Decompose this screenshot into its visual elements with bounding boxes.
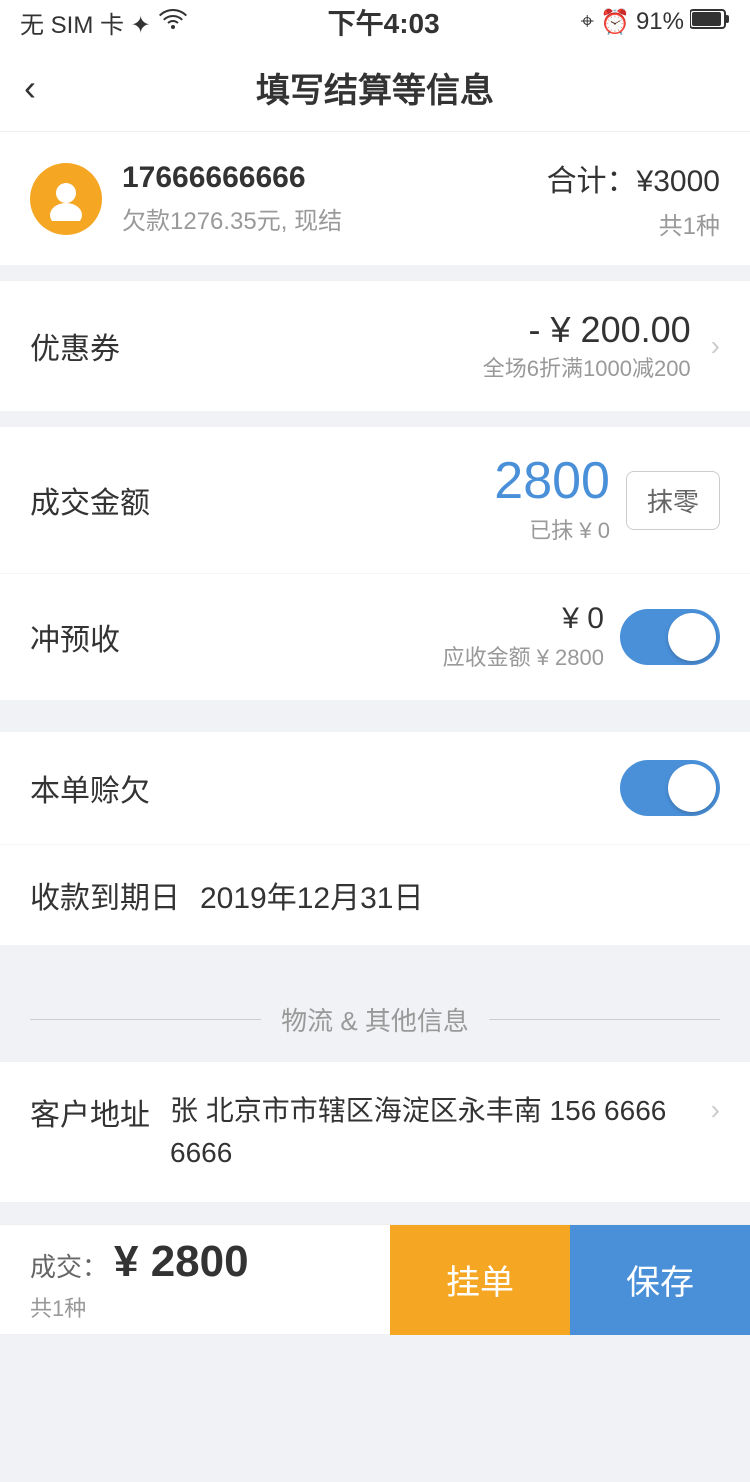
coupon-right: - ¥ 200.00 全场6折满1000减200 › <box>483 309 720 383</box>
bottom-info: 成交： ¥ 2800 共1种 <box>0 1237 390 1323</box>
customer-right: 合计：¥3000 共1种 <box>547 156 720 241</box>
address-row[interactable]: 客户地址 张 北京市市辖区海淀区永丰南 156 6666 6666 › <box>0 1062 750 1202</box>
toggle-knob <box>668 613 716 661</box>
customer-card: 17666666666 欠款1276.35元, 现结 合计：¥3000 共1种 <box>0 132 750 265</box>
prepay-row: 冲预收 ¥ 0 应收金额 ¥ 2800 <box>0 574 750 700</box>
coupon-label: 优惠券 <box>30 324 120 368</box>
section-divider-1 <box>0 716 750 732</box>
deal-amount-sub: 已抹 ¥ 0 <box>494 513 610 545</box>
due-date-label: 收款到期日 <box>30 873 180 917</box>
coupon-desc: 全场6折满1000减200 <box>483 351 691 383</box>
divider-line-left <box>30 1019 261 1020</box>
logistics-label: 物流 & 其他信息 <box>261 1001 489 1038</box>
battery-icon <box>690 8 730 37</box>
prepay-amount: ¥ 0 <box>443 602 604 636</box>
logistics-divider: 物流 & 其他信息 <box>0 977 750 1062</box>
customer-debt: 欠款1276.35元, 现结 <box>122 201 342 236</box>
total-amount: 合计：¥3000 <box>547 156 720 200</box>
bottom-deal-label: 成交： <box>30 1247 108 1284</box>
avatar <box>30 163 102 235</box>
nav-bar: ‹ 填写结算等信息 <box>0 44 750 132</box>
prepay-toggle[interactable] <box>620 609 720 665</box>
status-bar: 无 SIM 卡 ✦ 下午4:03 ⌖ ⏰ 91% <box>0 0 750 44</box>
coupon-row[interactable]: 优惠券 - ¥ 200.00 全场6折满1000减200 › <box>0 281 750 411</box>
battery-percent: 91% <box>636 8 684 36</box>
deal-row: 成交金额 2800 已抹 ¥ 0 抹零 <box>0 427 750 574</box>
address-content: 张 北京市市辖区海淀区永丰南 156 6666 6666 <box>170 1090 701 1174</box>
deal-section: 成交金额 2800 已抹 ¥ 0 抹零 冲预收 ¥ 0 应收金额 ¥ 2800 <box>0 427 750 700</box>
coupon-amount: - ¥ 200.00 <box>483 309 691 351</box>
deal-label: 成交金额 <box>30 478 150 522</box>
customer-phone: 17666666666 <box>122 161 342 195</box>
debt-toggle[interactable] <box>620 760 720 816</box>
bottom-count: 共1种 <box>30 1291 360 1323</box>
prepay-sub: 应收金额 ¥ 2800 <box>443 640 604 672</box>
round-zero-button[interactable]: 抹零 <box>626 471 720 530</box>
prepay-amount-area: ¥ 0 应收金额 ¥ 2800 <box>443 602 604 672</box>
prepay-right: ¥ 0 应收金额 ¥ 2800 <box>443 602 720 672</box>
deal-right: 2800 已抹 ¥ 0 抹零 <box>494 455 720 545</box>
prepay-label: 冲预收 <box>30 615 120 659</box>
due-date-row: 收款到期日 2019年12月31日 <box>0 845 750 945</box>
back-button[interactable]: ‹ <box>24 67 36 109</box>
address-label: 客户地址 <box>30 1090 150 1134</box>
status-left: 无 SIM 卡 ✦ <box>20 5 187 40</box>
coupon-arrow-icon: › <box>711 330 720 362</box>
debt-right <box>620 760 720 816</box>
status-right: ⌖ ⏰ 91% <box>581 8 730 37</box>
location-icon: ⌖ <box>581 8 595 36</box>
address-arrow-icon: › <box>711 1094 720 1126</box>
wifi-icon <box>159 8 187 36</box>
customer-left: 17666666666 欠款1276.35元, 现结 <box>30 161 342 236</box>
total-count: 共1种 <box>547 206 720 241</box>
bottom-amount: ¥ 2800 <box>114 1237 249 1287</box>
customer-info: 17666666666 欠款1276.35元, 现结 <box>122 161 342 236</box>
debt-label: 本单赊欠 <box>30 766 150 810</box>
hold-button[interactable]: 挂单 <box>390 1225 570 1335</box>
page-title: 填写结算等信息 <box>256 63 494 112</box>
debt-row: 本单赊欠 <box>0 732 750 845</box>
debt-toggle-knob <box>668 764 716 812</box>
deal-amount: 2800 <box>494 455 610 507</box>
alarm-icon: ⏰ <box>600 8 630 37</box>
divider-line-right <box>489 1019 720 1020</box>
bottom-bar: 成交： ¥ 2800 共1种 挂单 保存 <box>0 1224 750 1334</box>
save-button[interactable]: 保存 <box>570 1225 750 1335</box>
sim-label: 无 SIM 卡 ✦ <box>20 5 151 40</box>
due-date-value: 2019年12月31日 <box>200 873 423 917</box>
debt-section: 本单赊欠 收款到期日 2019年12月31日 <box>0 732 750 945</box>
section-divider-2 <box>0 961 750 977</box>
status-time: 下午4:03 <box>328 2 440 42</box>
